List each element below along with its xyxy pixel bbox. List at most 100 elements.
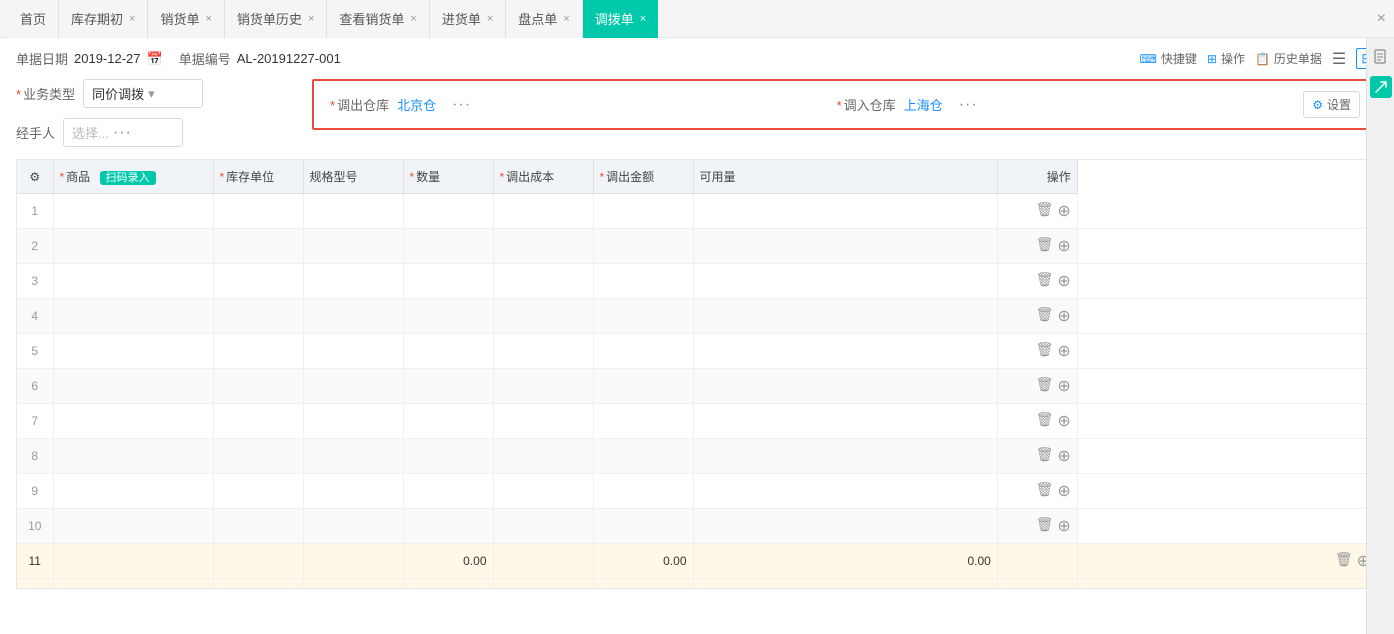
spec-column-header: 规格型号	[303, 160, 403, 194]
delete-icon[interactable]: 🗑	[1036, 446, 1054, 466]
transfer-out-more-icon[interactable]: ···	[452, 96, 471, 114]
delete-icon[interactable]: 🗑	[1036, 271, 1054, 291]
table-row: 2🗑⊕	[17, 229, 1377, 264]
subtotal-label: 小计	[53, 579, 213, 590]
table-row: 8🗑⊕	[17, 439, 1377, 474]
doc-info: 单据日期 2019-12-27 📅 单据编号 AL-20191227-001	[16, 49, 341, 68]
table-row: 3🗑⊕	[17, 264, 1377, 299]
qty-column-header: *数量	[403, 160, 493, 194]
cost-column-header: *调出成本	[493, 160, 593, 194]
tab-purchase-order[interactable]: 进货单 ×	[430, 0, 506, 38]
doc-number-value: AL-20191227-001	[237, 51, 341, 66]
business-type-dropdown[interactable]: 同价调拨 ▾	[83, 79, 203, 108]
tab-transfer[interactable]: 调拨单 ×	[583, 0, 658, 38]
delete-icon[interactable]: 🗑	[1036, 201, 1054, 221]
tab-home[interactable]: 首页	[8, 0, 59, 38]
copy-icon[interactable]: ⊕	[1057, 481, 1070, 501]
doc-date-field: 单据日期 2019-12-27 📅	[16, 49, 163, 68]
copy-icon[interactable]: ⊕	[1057, 236, 1070, 256]
toolbar-actions: ⌨ 快捷键 ⊞ 操作 📋 历史单据 ☰ ⊞	[1140, 48, 1378, 69]
delete-icon[interactable]: 🗑	[1036, 306, 1054, 326]
delete-icon[interactable]: 🗑	[1036, 411, 1054, 431]
copy-icon[interactable]: ⊕	[1057, 376, 1070, 396]
right-panel-export-button[interactable]	[1370, 76, 1392, 98]
transfer-table: ⚙ *商品 扫码录入 *库存单位 规格型号 *数量	[17, 160, 1377, 589]
delete-icon[interactable]: 🗑	[1036, 376, 1054, 396]
history-button[interactable]: 📋 历史单据	[1255, 50, 1322, 67]
copy-icon[interactable]: ⊕	[1057, 516, 1070, 536]
subtotal-amount-total: 0.00	[693, 579, 997, 590]
calendar-icon[interactable]: 📅	[147, 51, 163, 67]
available-column-header: 可用量	[693, 160, 997, 194]
dropdown-arrow-icon: ▾	[148, 86, 155, 102]
operation-icon: ⊞	[1207, 52, 1217, 66]
right-panel	[1366, 38, 1394, 634]
tab-sales-history[interactable]: 销货单历史 ×	[225, 0, 327, 38]
close-purchase-order-icon[interactable]: ×	[487, 13, 493, 25]
main-content: 单据日期 2019-12-27 📅 单据编号 AL-20191227-001 ⌨…	[0, 38, 1394, 599]
subtotal-qty-total: 0.00	[403, 579, 493, 590]
global-close-button[interactable]: ×	[1377, 10, 1386, 28]
close-sales-history-icon[interactable]: ×	[308, 13, 314, 25]
right-panel-doc-button[interactable]	[1370, 46, 1392, 68]
table-header-row: ⚙ *商品 扫码录入 *库存单位 规格型号 *数量	[17, 160, 1377, 194]
close-view-sales-icon[interactable]: ×	[410, 13, 416, 25]
scan-entry-button[interactable]: 扫码录入	[100, 171, 156, 185]
transfer-out-value[interactable]: 北京仓	[397, 95, 436, 114]
subtotal-cost: 0.00	[593, 544, 693, 579]
shortcut-button[interactable]: ⌨ 快捷键	[1140, 50, 1197, 67]
close-stocktake-icon[interactable]: ×	[563, 13, 569, 25]
table-row: 5🗑⊕	[17, 334, 1377, 369]
subtotal-row: 11 0.00 0.00 0.00 🗑⊕	[17, 544, 1377, 579]
close-inventory-init-icon[interactable]: ×	[129, 13, 135, 25]
gear-icon[interactable]: ⚙	[29, 170, 40, 184]
doc-number-field: 单据编号 AL-20191227-001	[179, 49, 341, 68]
copy-icon[interactable]: ⊕	[1057, 411, 1070, 431]
copy-icon[interactable]: ⊕	[1057, 271, 1070, 291]
tab-sales-order[interactable]: 销货单 ×	[148, 0, 224, 38]
table-container: ⚙ *商品 扫码录入 *库存单位 规格型号 *数量	[16, 159, 1378, 589]
gear-column-header[interactable]: ⚙	[17, 160, 53, 194]
tab-view-sales[interactable]: 查看销货单 ×	[327, 0, 429, 38]
transfer-in-value[interactable]: 上海仓	[904, 95, 943, 114]
subtotal-qty: 0.00	[403, 544, 493, 579]
tab-inventory-init[interactable]: 库存期初 ×	[59, 0, 148, 38]
doc-date-value[interactable]: 2019-12-27	[74, 51, 141, 66]
handler-more-icon[interactable]: ···	[113, 124, 132, 142]
delete-icon[interactable]: 🗑	[1036, 481, 1054, 501]
business-type-field: *业务类型 同价调拨 ▾	[16, 79, 296, 108]
table-row: 10🗑⊕	[17, 509, 1377, 544]
transfer-out-group: *调出仓库 北京仓 ···	[330, 95, 797, 114]
delete-icon[interactable]: 🗑	[1335, 551, 1353, 571]
handler-dropdown[interactable]: 选择... ···	[63, 118, 183, 147]
copy-icon[interactable]: ⊕	[1057, 446, 1070, 466]
product-column-header: *商品 扫码录入	[53, 160, 213, 194]
close-transfer-icon[interactable]: ×	[640, 13, 646, 25]
tab-stocktake[interactable]: 盘点单 ×	[506, 0, 582, 38]
handler-field: 经手人 选择... ···	[16, 118, 296, 147]
delete-icon[interactable]: 🗑	[1036, 236, 1054, 256]
list-layout-button[interactable]: ☰	[1332, 49, 1346, 69]
transfer-in-more-icon[interactable]: ···	[959, 96, 978, 114]
ops-column-header: 操作	[997, 160, 1077, 194]
list-layout-icon: ☰	[1332, 49, 1346, 69]
settings-button[interactable]: ⚙ 设置	[1303, 91, 1360, 118]
doc-date-label: 单据日期	[16, 49, 68, 68]
subtotal-cost-total: 0.00	[593, 579, 693, 590]
table-row: 6🗑⊕	[17, 369, 1377, 404]
table-row: 4🗑⊕	[17, 299, 1377, 334]
copy-icon[interactable]: ⊕	[1057, 306, 1070, 326]
table-row: 9🗑⊕	[17, 474, 1377, 509]
history-icon: 📋	[1255, 52, 1270, 66]
copy-icon[interactable]: ⊕	[1057, 201, 1070, 221]
top-toolbar: 单据日期 2019-12-27 📅 单据编号 AL-20191227-001 ⌨…	[16, 48, 1378, 69]
copy-icon[interactable]: ⊕	[1057, 341, 1070, 361]
operation-button[interactable]: ⊞ 操作	[1207, 50, 1245, 67]
subtotal-amount: 0.00	[693, 544, 997, 579]
delete-icon[interactable]: 🗑	[1036, 341, 1054, 361]
doc-number-label: 单据编号	[179, 49, 231, 68]
delete-icon[interactable]: 🗑	[1036, 516, 1054, 536]
tab-bar: 首页 库存期初 × 销货单 × 销货单历史 × 查看销货单 × 进货单 × 盘点…	[0, 0, 1394, 38]
close-sales-order-icon[interactable]: ×	[205, 13, 211, 25]
transfer-in-group: *调入仓库 上海仓 ···	[837, 95, 1304, 114]
